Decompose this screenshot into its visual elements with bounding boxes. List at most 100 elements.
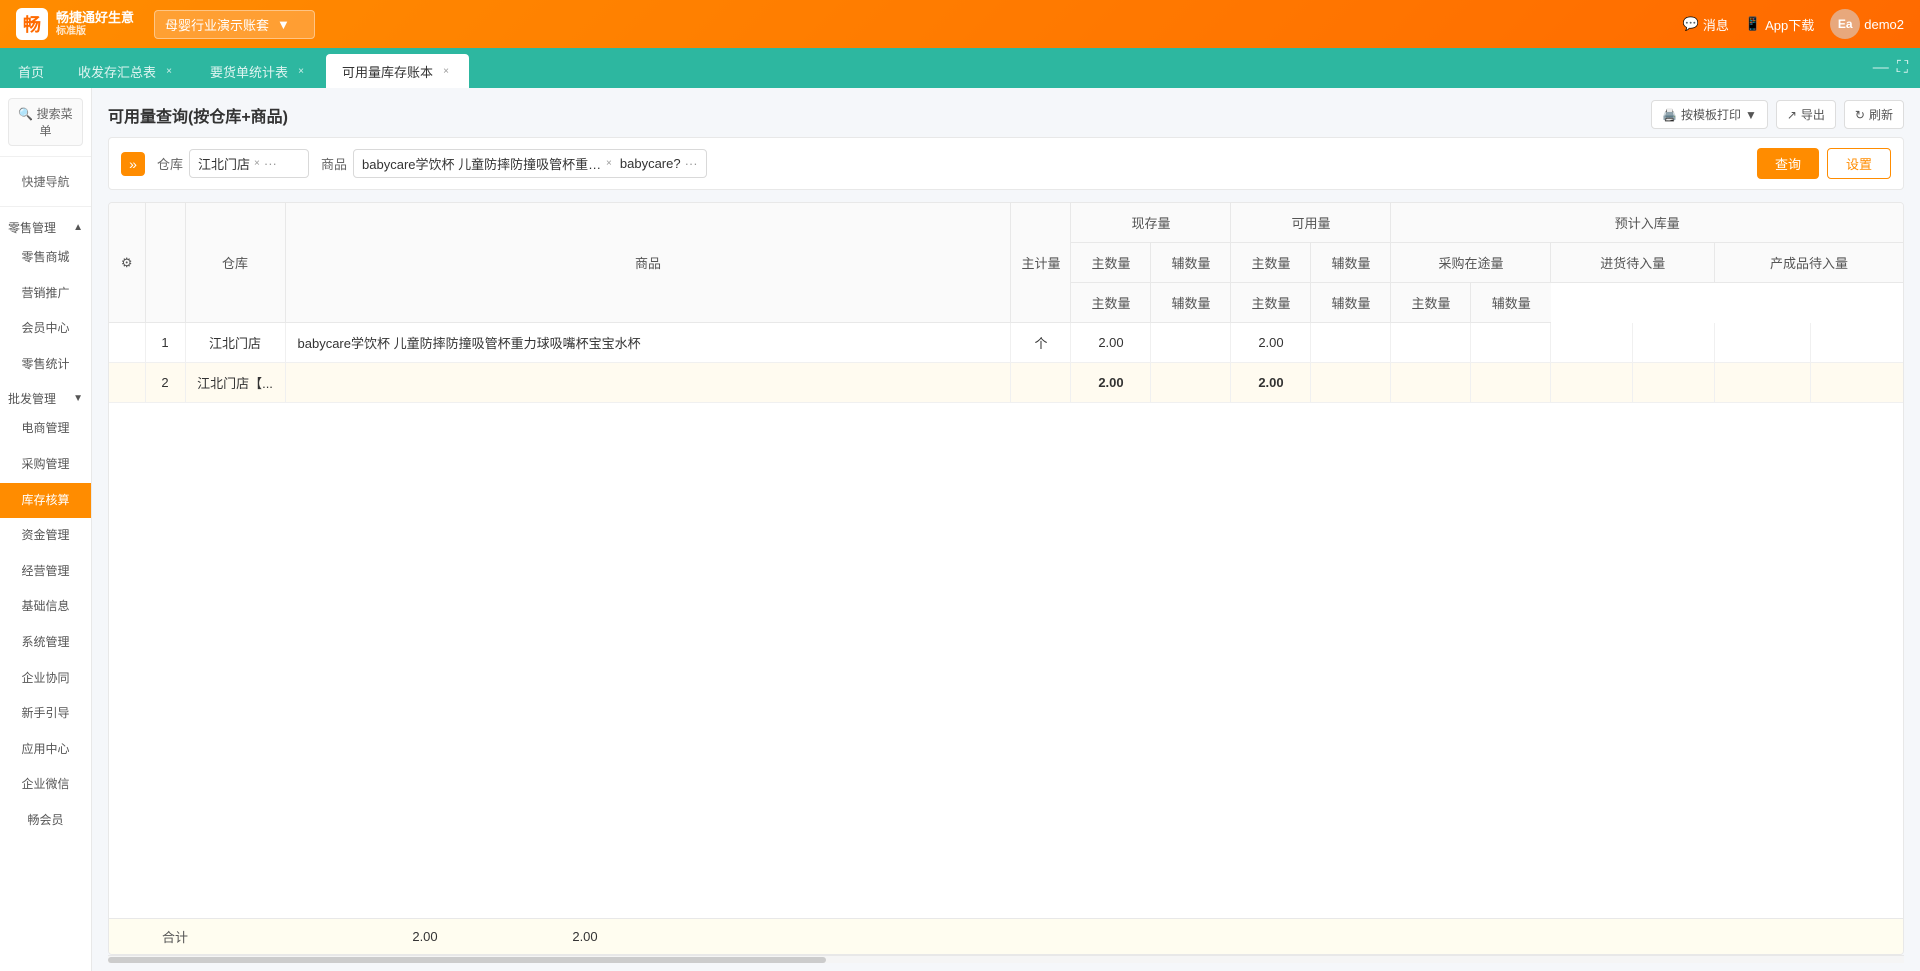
sidebar-corp-wechat-label: 企业微信 — [21, 777, 69, 793]
sidebar-operations-label: 经营管理 — [21, 564, 69, 580]
product-filter-value[interactable]: babycare学饮杯 儿童防摔防撞吸管杯重力球吸嘴杯宝宝水杯 × babyca… — [353, 149, 707, 178]
tab-receive-send[interactable]: 收发存汇总表 × — [62, 54, 192, 88]
sidebar-member2-label: 畅会员 — [27, 813, 63, 829]
warehouse-tag: 江北门店 × — [198, 154, 260, 173]
tab-bar-right: — ⛶ — [1861, 48, 1920, 88]
td-index: 1 — [145, 323, 185, 363]
expand-icon-2: ▼ — [73, 393, 83, 404]
product-tag-1-close[interactable]: × — [606, 158, 612, 169]
sidebar-item-retail[interactable]: 零售管理 ▲ — [0, 211, 91, 240]
logo-text: 畅捷通好生意 标准版 — [56, 10, 134, 38]
sidebar-item-inventory[interactable]: 库存核算 — [0, 483, 91, 519]
tab-order-stats[interactable]: 要货单统计表 × — [194, 54, 324, 88]
sidebar-inventory-label: 库存核算 — [21, 493, 69, 509]
sidebar-item-enterprise[interactable]: 企业协同 — [0, 661, 91, 697]
search-menu-btn[interactable]: 🔍 搜索菜单 — [8, 98, 83, 146]
sidebar-wholesale-label: 批发管理 — [8, 390, 56, 407]
sidebar-item-purchase[interactable]: 采购管理 — [0, 447, 91, 483]
sidebar-item-marketing[interactable]: 营销推广 — [0, 276, 91, 312]
product-filter-dots[interactable]: ··· — [685, 156, 698, 171]
page-actions: 🖨️ 按模板打印 ▼ ↗ 导出 ↻ 刷新 — [1651, 100, 1904, 129]
user-btn[interactable]: Ea demo2 — [1830, 9, 1904, 39]
table-subtotal-row: 2 江北门店【... 2.00 2.00 — [109, 363, 1903, 403]
warehouse-tag-close[interactable]: × — [254, 158, 260, 169]
subtotal-current-aux — [1151, 363, 1231, 403]
subtotal-inbound-main — [1551, 363, 1633, 403]
tab-order-stats-close[interactable]: × — [294, 64, 308, 78]
page-header: 可用量查询(按仓库+商品) 🖨️ 按模板打印 ▼ ↗ 导出 ↻ 刷新 — [92, 88, 1920, 137]
message-icon: 💬 — [1683, 16, 1699, 32]
sidebar-item-new-user[interactable]: 新手引导 — [0, 696, 91, 732]
td-available-aux — [1311, 323, 1391, 363]
th-settings[interactable]: ⚙ — [109, 203, 145, 323]
message-btn[interactable]: 💬 消息 — [1683, 15, 1729, 34]
sidebar-item-retail-mall[interactable]: 零售商城 — [0, 240, 91, 276]
sidebar-item-wholesale[interactable]: 批发管理 ▼ — [0, 382, 91, 411]
footer-available-aux — [625, 929, 705, 944]
sidebar-item-ecommerce[interactable]: 电商管理 — [0, 411, 91, 447]
refresh-icon: ↻ — [1855, 108, 1865, 122]
subtotal-unit — [1011, 363, 1071, 403]
sidebar-item-basic[interactable]: 基础信息 — [0, 589, 91, 625]
th-index — [145, 203, 185, 323]
scrollbar-thumb[interactable] — [108, 957, 826, 963]
footer-available-main: 2.00 — [545, 929, 625, 944]
app-download-btn[interactable]: 📱 App下载 — [1745, 15, 1814, 34]
warehouse-filter-value[interactable]: 江北门店 × ··· — [189, 149, 309, 178]
sidebar-new-user-label: 新手引导 — [21, 706, 69, 722]
sidebar-finance-label: 资金管理 — [21, 528, 69, 544]
th-planned-inbound-group: 预计入库量 — [1391, 203, 1903, 243]
sidebar-item-corp-wechat[interactable]: 企业微信 — [0, 767, 91, 803]
subtotal-warehouse: 江北门店【... — [185, 363, 285, 403]
query-btn[interactable]: 查询 — [1757, 148, 1819, 179]
tab-available-stock-close[interactable]: × — [439, 64, 453, 78]
tab-receive-send-close[interactable]: × — [162, 64, 176, 78]
print-icon: 🖨️ — [1662, 108, 1677, 122]
sidebar-item-app-center[interactable]: 应用中心 — [0, 732, 91, 768]
subtotal-purchase-main — [1391, 363, 1471, 403]
subtotal-product-aux — [1810, 363, 1903, 403]
sidebar-item-finance[interactable]: 资金管理 — [0, 518, 91, 554]
product-filter-label: 商品 — [321, 154, 347, 173]
search-icon: 🔍 — [18, 107, 33, 121]
refresh-btn[interactable]: ↻ 刷新 — [1844, 100, 1904, 129]
filter-expand-btn[interactable]: » — [121, 152, 145, 176]
sidebar-item-member2[interactable]: 畅会员 — [0, 803, 91, 839]
footer-current-aux — [465, 929, 545, 944]
th-current-stock-group: 现存量 — [1071, 203, 1231, 243]
sidebar-member-label: 会员中心 — [21, 321, 69, 337]
export-btn[interactable]: ↗ 导出 — [1776, 100, 1836, 129]
th-purchase-main: 主数量 — [1071, 283, 1151, 323]
horizontal-scrollbar[interactable] — [108, 955, 1904, 963]
sidebar-marketing-label: 营销推广 — [21, 286, 69, 302]
tab-minimize-btn[interactable]: — — [1873, 59, 1889, 77]
sidebar-item-system[interactable]: 系统管理 — [0, 625, 91, 661]
industry-selector[interactable]: 母婴行业演示账套 ▼ — [154, 10, 315, 39]
th-available-main: 主数量 — [1231, 243, 1311, 283]
search-menu-label: 搜索菜单 — [37, 107, 73, 138]
template-print-btn[interactable]: 🖨️ 按模板打印 ▼ — [1651, 100, 1768, 129]
sidebar-item-quick-nav[interactable]: 快捷导航 — [0, 165, 91, 198]
th-unit: 主计量 — [1011, 203, 1071, 323]
td-warehouse: 江北门店 — [185, 323, 285, 363]
sidebar-item-retail-stats[interactable]: 零售统计 — [0, 347, 91, 383]
expand-icon: ▲ — [73, 222, 83, 233]
tab-home[interactable]: 首页 — [2, 54, 60, 88]
th-product: 商品 — [285, 203, 1011, 323]
tab-maximize-btn[interactable]: ⛶ — [1897, 59, 1908, 77]
warehouse-filter-dots[interactable]: ··· — [264, 156, 277, 171]
sidebar-item-member[interactable]: 会员中心 — [0, 311, 91, 347]
tab-available-stock[interactable]: 可用量库存账本 × — [326, 54, 469, 88]
export-icon: ↗ — [1787, 108, 1797, 122]
td-inbound-main — [1551, 323, 1633, 363]
td-settings — [109, 323, 145, 363]
sidebar-item-operations[interactable]: 经营管理 — [0, 554, 91, 590]
sidebar-sections: 零售管理 ▲ 零售商城 营销推广 会员中心 零售统计 批发管理 ▼ 电商管理 — [0, 207, 91, 843]
settings-btn[interactable]: 设置 — [1827, 148, 1891, 179]
td-current-main: 2.00 — [1071, 323, 1151, 363]
table-scroll[interactable]: ⚙ 仓库 商品 主计量 现存量 — [109, 203, 1903, 918]
th-available-aux: 辅数量 — [1311, 243, 1391, 283]
tab-order-stats-label: 要货单统计表 — [210, 62, 288, 81]
th-current-aux: 辅数量 — [1151, 243, 1231, 283]
warehouse-tag-text: 江北门店 — [198, 154, 250, 173]
